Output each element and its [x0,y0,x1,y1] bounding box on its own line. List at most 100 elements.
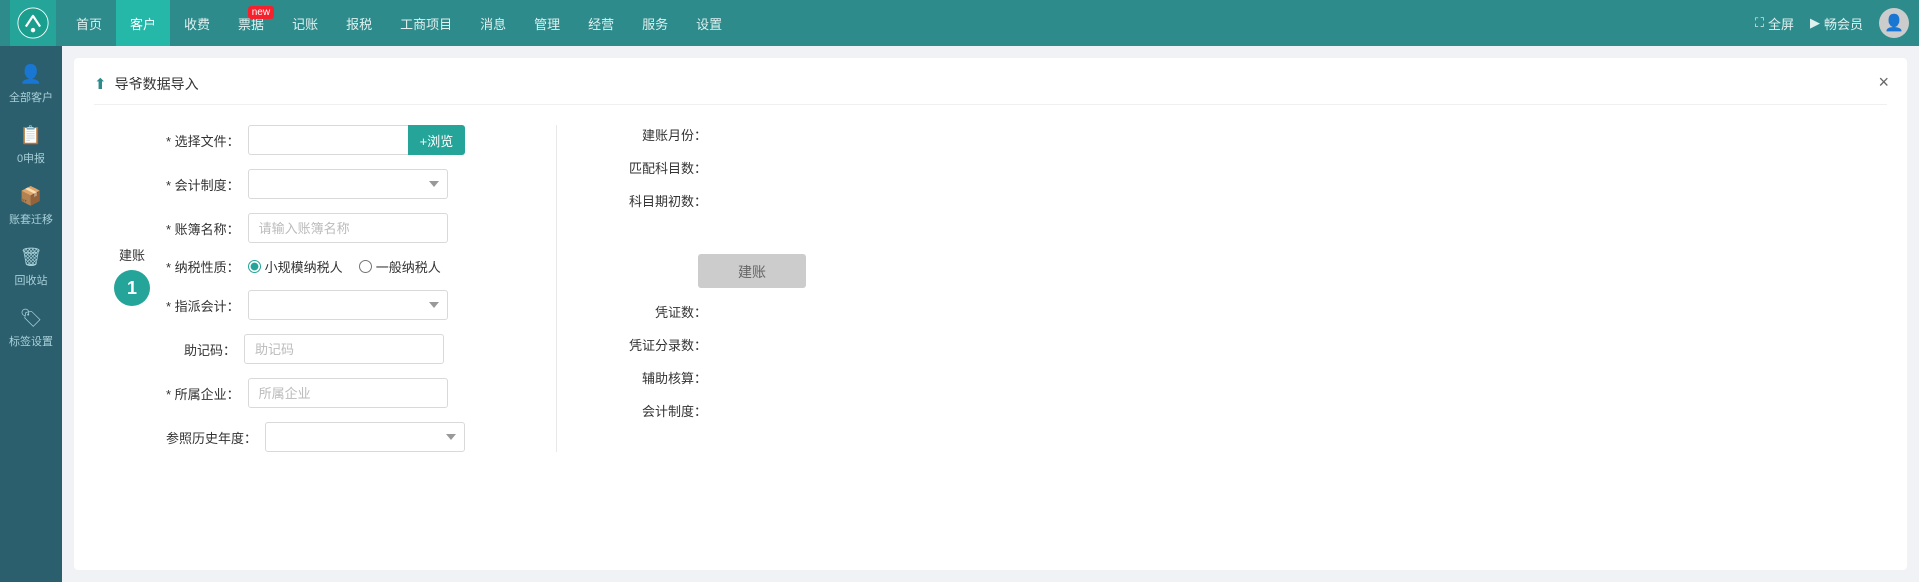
history-year-label: 参照历史年度： [166,428,257,447]
form-right: 建账月份： 匹配科目数： 科目期初数： 建账 [627,125,877,452]
match-subjects-label: 匹配科目数： [627,158,707,177]
accountant-row: * 指派会计： [166,290,526,320]
voucher-count-row: 凭证数： [627,302,877,321]
step-indicator: 建账 1 [114,245,150,306]
new-badge: new [248,6,274,19]
sidebar-item-tags[interactable]: 🏷 标签设置 [0,298,62,359]
member-label: 畅会员 [1824,14,1863,33]
accounting-system-select[interactable] [248,169,448,199]
tax-nature-row: * 纳税性质： 小规模纳税人 一般纳税人 [166,257,526,276]
nav-messages[interactable]: 消息 [466,0,520,46]
browse-button[interactable]: +浏览 [408,125,466,155]
voucher-entries-label: 凭证分录数： [627,335,707,354]
nav-right: ⛶ 全屏 ▶ 畅会员 👤 [1755,8,1909,38]
fullscreen-icon: ⛶ [1755,15,1764,31]
sidebar-item-migrate[interactable]: 📦 账套迁移 [0,176,62,237]
aux-accounting-label: 辅助核算： [627,368,707,387]
zero-declare-icon: 📋 [20,125,42,146]
aux-accounting-row: 辅助核算： [627,368,877,387]
ledger-name-input[interactable] [248,213,448,243]
avatar-icon: 👤 [1884,13,1904,33]
step-circle: 1 [114,270,150,306]
file-row: * 选择文件： +浏览 [166,125,526,155]
tags-icon: 🏷 [20,308,43,329]
all-customers-icon: 👤 [20,64,42,85]
migrate-icon: 📦 [20,186,42,207]
sidebar: 👤 全部客户 📋 0申报 📦 账套迁移 🗑 回收站 🏷 标签设置 [0,46,62,582]
sidebar-item-all-customers[interactable]: 👤 全部客户 [0,54,62,115]
file-input-wrap: +浏览 [248,125,466,155]
tax-general-radio[interactable] [359,260,372,273]
member-entry[interactable]: ▶ 畅会员 [1810,14,1863,33]
aid-code-row: 助记码： [166,334,526,364]
right-accounting-system-row: 会计制度： [627,401,877,420]
fullscreen-toggle[interactable]: ⛶ 全屏 [1755,14,1794,33]
user-avatar[interactable]: 👤 [1879,8,1909,38]
initial-subjects-label: 科目期初数： [627,191,707,210]
tax-small-label: 小规模纳税人 [265,257,343,276]
tax-nature-label: * 纳税性质： [166,257,240,276]
history-year-select[interactable] [265,422,465,452]
nav-fees[interactable]: 收费 [170,0,224,46]
close-button[interactable]: × [1878,72,1889,93]
page-card: ⬆ 导爷数据导入 × 建账 1 [74,58,1907,570]
nav-home[interactable]: 首页 [62,0,116,46]
accountant-label: * 指派会计： [166,296,240,315]
nav-customer[interactable]: 客户 [116,0,170,46]
voucher-entries-row: 凭证分录数： [627,335,877,354]
nav-settings[interactable]: 设置 [682,0,736,46]
build-month-label: 建账月份： [627,125,707,144]
sidebar-item-zero-declare[interactable]: 📋 0申报 [0,115,62,176]
page-title: 导爷数据导入 [115,74,199,94]
main-layout: 👤 全部客户 📋 0申报 📦 账套迁移 🗑 回收站 🏷 标签设置 ⬆ 导爷数据导… [0,46,1919,582]
nav-bookkeeping[interactable]: 记账 [278,0,332,46]
initial-subjects-row: 科目期初数： [627,191,877,210]
accounting-system-label: * 会计制度： [166,175,240,194]
sidebar-label-tags: 标签设置 [9,333,53,349]
tax-general-option[interactable]: 一般纳税人 [359,257,441,276]
import-icon: ⬆ [94,75,107,93]
nav-manage[interactable]: 管理 [520,0,574,46]
company-label: * 所属企业： [166,384,240,403]
top-nav: 首页 客户 收费 票据 new 记账 报税 工商项目 消息 管理 经营 服务 设… [0,0,1919,46]
form-left-wrapper: 建账 1 * 选择文件： +浏览 [114,125,526,452]
company-row: * 所属企业： [166,378,526,408]
tax-general-label: 一般纳税人 [376,257,441,276]
sidebar-label-zero-declare: 0申报 [17,150,45,166]
match-subjects-row: 匹配科目数： [627,158,877,177]
step-label: 建账 [119,245,145,264]
nav-invoice[interactable]: 票据 new [224,0,278,46]
right-accounting-system-label: 会计制度： [627,401,707,420]
tax-small-radio[interactable] [248,260,261,273]
nav-tax[interactable]: 报税 [332,0,386,46]
sidebar-label-migrate: 账套迁移 [9,211,53,227]
sidebar-label-trash: 回收站 [15,272,48,288]
aid-code-label: 助记码： [166,340,236,359]
accounting-system-row: * 会计制度： [166,169,526,199]
vertical-divider [556,125,557,452]
company-input[interactable] [248,378,448,408]
form-fields: * 选择文件： +浏览 * 会计制度： [166,125,526,452]
ledger-name-label: * 账簿名称： [166,219,240,238]
file-text-input[interactable] [248,125,408,155]
page-header: ⬆ 导爷数据导入 [94,74,1887,105]
build-button[interactable]: 建账 [698,254,806,288]
nav-service[interactable]: 服务 [628,0,682,46]
tax-small-option[interactable]: 小规模纳税人 [248,257,343,276]
sidebar-item-trash[interactable]: 🗑 回收站 [0,237,62,298]
fullscreen-label: 全屏 [1768,14,1794,33]
app-logo [10,0,56,46]
ledger-name-row: * 账簿名称： [166,213,526,243]
trash-icon: 🗑 [20,247,43,268]
accountant-select[interactable] [248,290,448,320]
nav-operation[interactable]: 经营 [574,0,628,46]
aid-code-input[interactable] [244,334,444,364]
nav-business[interactable]: 工商项目 [386,0,466,46]
tax-nature-radio-group: 小规模纳税人 一般纳税人 [248,257,441,276]
file-label: * 选择文件： [166,131,240,150]
history-year-row: 参照历史年度： [166,422,526,452]
action-area: 建账 [627,254,877,288]
nav-items: 首页 客户 收费 票据 new 记账 报税 工商项目 消息 管理 经营 服务 设… [62,0,736,46]
content-area: ⬆ 导爷数据导入 × 建账 1 [62,46,1919,582]
sidebar-label-all-customers: 全部客户 [9,89,53,105]
